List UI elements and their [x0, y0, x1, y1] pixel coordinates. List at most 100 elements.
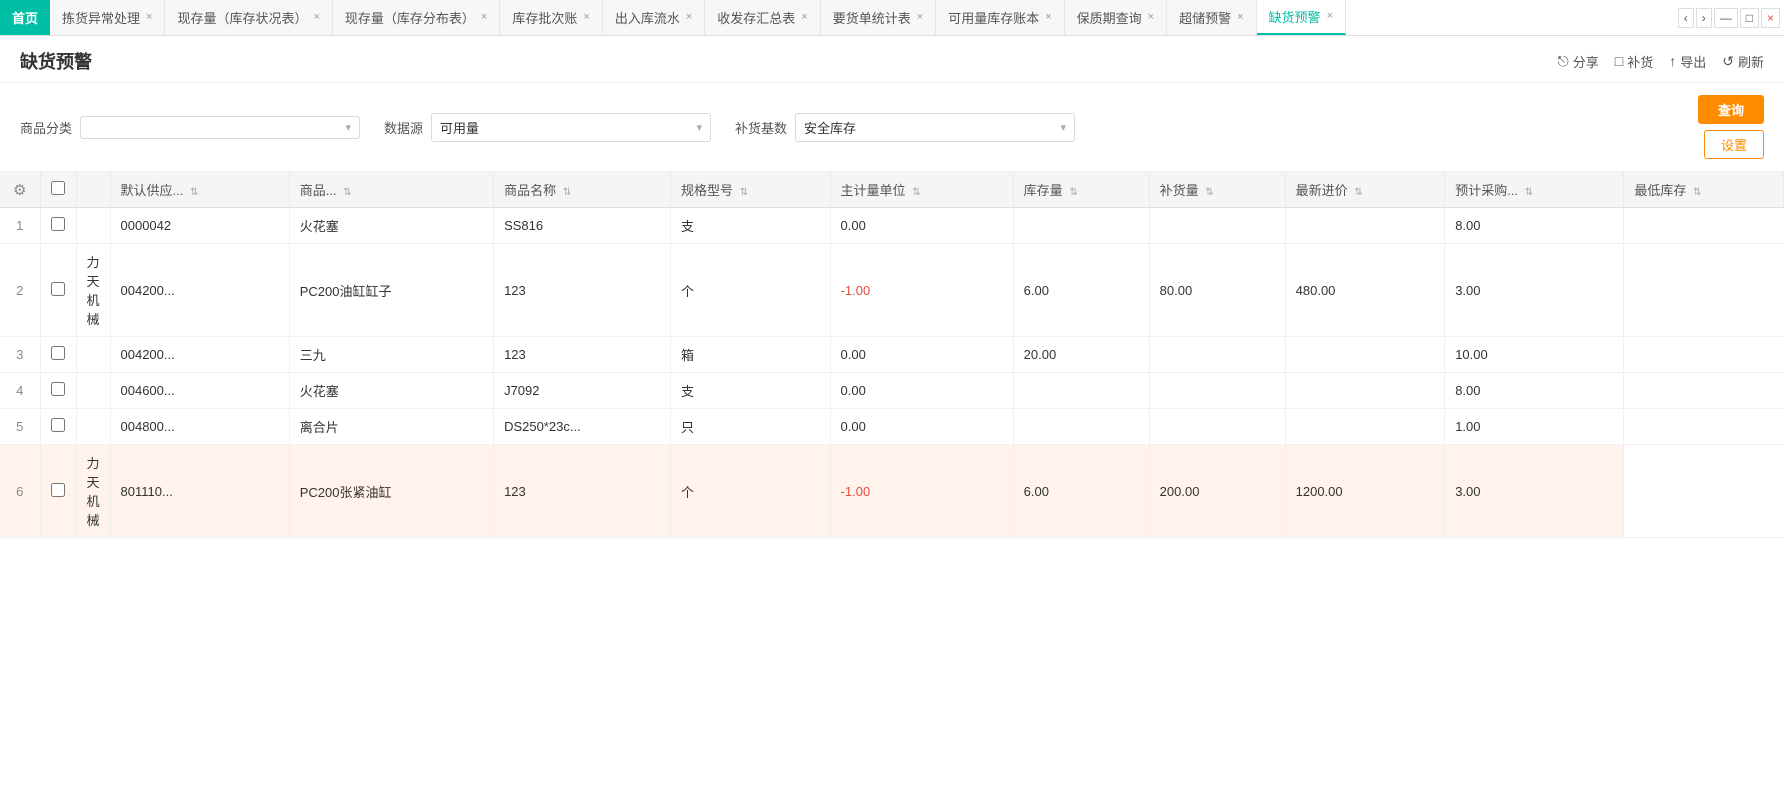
latest-price-sort-icon: ⇅ — [1354, 187, 1362, 198]
settings-button[interactable]: 设置 — [1704, 130, 1764, 159]
column-unit[interactable]: 主计量单位 ⇅ — [830, 172, 1013, 208]
replenish-base-select[interactable]: 安全库存 ▾ — [795, 113, 1075, 142]
column-inventory[interactable]: 库存量 ⇅ — [1013, 172, 1149, 208]
data-table: ⚙ 默认供应... ⇅ 商品... ⇅ 商品名称 — [0, 172, 1784, 538]
table-row: 3004200...三九123箱0.0020.0010.00 — [0, 337, 1784, 373]
default-supplier-cell-1: 力天机械 — [76, 244, 110, 337]
min-inventory-cell-2: 10.00 — [1445, 337, 1624, 373]
page-header: 缺货预警 ⎋ 分享 □ 补货 ↑ 导出 ↺ 刷新 — [0, 36, 1784, 83]
table-row: 10000042火花塞SS816支0.008.00 — [0, 208, 1784, 244]
row-checkbox-5[interactable] — [51, 483, 65, 497]
column-min-inventory[interactable]: 最低库存 ⇅ — [1624, 172, 1784, 208]
column-est-purchase[interactable]: 预计采购... ⇅ — [1445, 172, 1624, 208]
tab-close-batch-ledger[interactable]: × — [583, 12, 589, 23]
goods-code-cell-3: 004600... — [110, 373, 289, 409]
column-default-supplier[interactable]: 默认供应... ⇅ — [110, 172, 289, 208]
refresh-label: 刷新 — [1738, 52, 1764, 71]
export-icon: ↑ — [1669, 53, 1676, 69]
data-source-select[interactable]: 可用量 ▾ — [431, 113, 711, 142]
gear-icon[interactable]: ⚙ — [13, 182, 26, 199]
latest-price-cell-0 — [1149, 208, 1285, 244]
column-replenish-qty[interactable]: 补货量 ⇅ — [1149, 172, 1285, 208]
refresh-button[interactable]: ↺ 刷新 — [1722, 52, 1764, 71]
header-actions: ⎋ 分享 □ 补货 ↑ 导出 ↺ 刷新 — [1558, 52, 1764, 71]
replenish-qty-cell-1: 6.00 — [1013, 244, 1149, 337]
spec-cell-2: 123 — [494, 337, 671, 373]
column-settings[interactable]: ⚙ — [0, 172, 40, 208]
tab-label-available-ledger: 可用量库存账本 — [948, 8, 1039, 27]
share-button[interactable]: ⎋ 分享 — [1558, 52, 1599, 71]
tab-close-inventory-status[interactable]: × — [313, 12, 319, 23]
row-checkbox-4[interactable] — [51, 418, 65, 432]
tab-bar: 首页拣货异常处理×现存量（库存状况表）×现存量（库存分布表）×库存批次账×出入库… — [0, 0, 1784, 36]
column-spec[interactable]: 规格型号 ⇅ — [670, 172, 830, 208]
tab-close-abnormal[interactable]: × — [146, 12, 152, 23]
goods-name-sort-icon: ⇅ — [563, 187, 571, 198]
select-all-checkbox[interactable] — [51, 181, 65, 195]
row-index-1: 2 — [0, 244, 40, 337]
row-checkbox-1[interactable] — [51, 282, 65, 296]
tab-close-in-out-flow[interactable]: × — [686, 12, 692, 23]
row-checkbox-2[interactable] — [51, 346, 65, 360]
tab-close-shortage-warning[interactable]: × — [1327, 11, 1333, 22]
tab-prev-button[interactable]: ‹ — [1678, 8, 1694, 28]
tab-label-home: 首页 — [12, 8, 38, 27]
est-purchase-cell-0 — [1285, 208, 1445, 244]
replenish-button[interactable]: □ 补货 — [1615, 52, 1653, 71]
inventory-cell-3: 0.00 — [830, 373, 1013, 409]
goods-name-cell-4: 离合片 — [289, 409, 493, 445]
tab-label-expiry-query: 保质期查询 — [1077, 8, 1142, 27]
window-close-button[interactable]: × — [1761, 8, 1780, 28]
replenish-base-label: 补货基数 — [735, 118, 787, 137]
row-index-3: 4 — [0, 373, 40, 409]
goods-name-cell-5: PC200张紧油缸 — [289, 445, 493, 538]
column-goods-code[interactable]: 商品... ⇅ — [289, 172, 493, 208]
unit-sort-icon: ⇅ — [912, 187, 920, 198]
inventory-cell-4: 0.00 — [830, 409, 1013, 445]
tab-receipt-summary[interactable]: 收发存汇总表× — [705, 0, 820, 35]
est-purchase-cell-4 — [1285, 409, 1445, 445]
replenish-base-value: 安全库存 — [804, 118, 1052, 137]
unit-cell-3: 支 — [670, 373, 830, 409]
tab-next-button[interactable]: › — [1696, 8, 1712, 28]
window-minimize-button[interactable]: — — [1714, 8, 1738, 28]
filter-bar: 商品分类 ▾ 数据源 可用量 ▾ 补货基数 安全库存 ▾ 查询 设置 — [0, 83, 1784, 172]
tab-abnormal[interactable]: 拣货异常处理× — [50, 0, 165, 35]
row-checkbox-3[interactable] — [51, 382, 65, 396]
tab-batch-ledger[interactable]: 库存批次账× — [500, 0, 602, 35]
tab-home[interactable]: 首页 — [0, 0, 50, 35]
tab-inventory-dist[interactable]: 现存量（库存分布表）× — [333, 0, 500, 35]
column-goods-name[interactable]: 商品名称 ⇅ — [494, 172, 671, 208]
export-button[interactable]: ↑ 导出 — [1669, 52, 1706, 71]
est-purchase-cell-5: 1200.00 — [1285, 445, 1445, 538]
est-purchase-sort-icon: ⇅ — [1525, 187, 1533, 198]
column-latest-price[interactable]: 最新进价 ⇅ — [1285, 172, 1445, 208]
goods-category-select[interactable]: ▾ — [80, 116, 360, 139]
tab-close-requisition-stats[interactable]: × — [917, 12, 923, 23]
query-button[interactable]: 查询 — [1698, 95, 1764, 124]
goods-code-cell-0: 0000042 — [110, 208, 289, 244]
default-supplier-cell-2 — [76, 337, 110, 373]
tab-close-inventory-dist[interactable]: × — [481, 12, 487, 23]
tab-shortage-warning[interactable]: 缺货预警× — [1257, 0, 1346, 35]
tab-expiry-query[interactable]: 保质期查询 × — [1065, 0, 1167, 35]
tab-close-overstock-warning[interactable]: × — [1237, 12, 1243, 23]
tab-close-available-ledger[interactable]: × — [1045, 12, 1051, 23]
tab-inventory-status[interactable]: 现存量（库存状况表）× — [165, 0, 332, 35]
tab-label-overstock-warning: 超储预警 — [1179, 8, 1231, 27]
tab-requisition-stats[interactable]: 要货单统计表× — [821, 0, 936, 35]
unit-header-label: 主计量单位 — [841, 183, 906, 198]
tab-close-expiry-query[interactable]: × — [1148, 12, 1154, 23]
row-checkbox-cell-4 — [40, 409, 76, 445]
tab-available-ledger[interactable]: 可用量库存账本 × — [936, 0, 1064, 35]
tab-close-receipt-summary[interactable]: × — [801, 12, 807, 23]
row-checkbox-0[interactable] — [51, 217, 65, 231]
window-maximize-button[interactable]: □ — [1740, 8, 1759, 28]
column-checkbox — [40, 172, 76, 208]
replenish-qty-cell-3 — [1013, 373, 1149, 409]
spec-cell-5: 123 — [494, 445, 671, 538]
tab-overstock-warning[interactable]: 超储预警 × — [1167, 0, 1256, 35]
row-checkbox-cell-2 — [40, 337, 76, 373]
est-purchase-cell-2 — [1285, 337, 1445, 373]
tab-in-out-flow[interactable]: 出入库流水× — [603, 0, 705, 35]
